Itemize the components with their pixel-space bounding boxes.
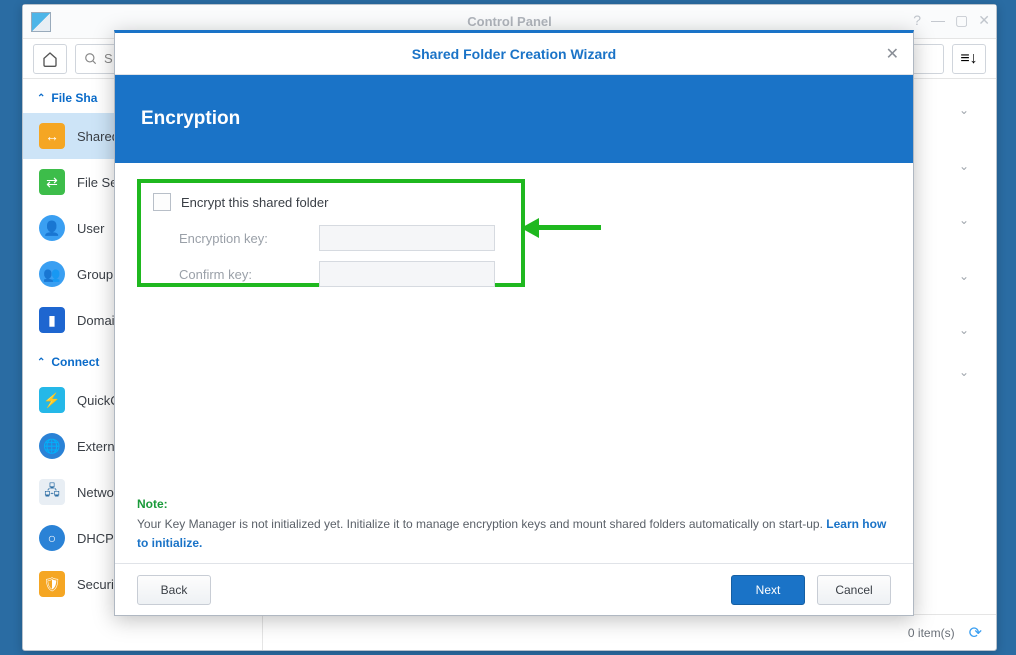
note-block: Note: Your Key Manager is not initialize… [137, 495, 891, 553]
encryption-key-label: Encryption key: [179, 231, 309, 246]
encrypt-checkbox-label: Encrypt this shared folder [181, 195, 328, 210]
app-icon [31, 12, 51, 32]
home-button[interactable] [33, 44, 67, 74]
back-button[interactable]: Back [137, 575, 211, 605]
search-placeholder: S [104, 51, 113, 66]
domain-icon: ▮ [39, 307, 65, 333]
help-icon[interactable]: ? [913, 12, 921, 29]
dialog-close-button[interactable]: ✕ [886, 44, 899, 64]
shared-folder-icon: ↔ [39, 123, 65, 149]
sidebar-section-label: Connect [51, 355, 99, 369]
dialog-title: Shared Folder Creation Wizard [412, 46, 616, 62]
note-text: Your Key Manager is not initialized yet.… [137, 517, 823, 531]
dialog-header: Shared Folder Creation Wizard ✕ [115, 33, 913, 75]
next-button[interactable]: Next [731, 575, 805, 605]
group-icon: 👥 [39, 261, 65, 287]
confirm-key-input[interactable] [319, 261, 495, 287]
window-title: Control Panel [467, 14, 552, 29]
note-label: Note: [137, 497, 168, 511]
chevron-down-icon[interactable]: ⌄ [952, 103, 976, 117]
arrow-annotation [521, 221, 601, 233]
external-access-icon: 🌐 [39, 433, 65, 459]
sidebar-item-label: File Se [77, 175, 117, 190]
dialog-banner: Encryption [115, 75, 913, 163]
chevron-down-icon[interactable]: ⌄ [952, 365, 976, 379]
home-icon [42, 51, 58, 67]
chevron-up-icon: ⌃ [37, 357, 45, 368]
dialog-body: Encrypt this shared folder Encryption ke… [115, 163, 913, 563]
highlight-annotation: Encrypt this shared folder Encryption ke… [137, 179, 525, 287]
dialog-footer: Back Next Cancel [115, 563, 913, 615]
quickconnect-icon: ⚡ [39, 387, 65, 413]
sort-button[interactable]: ≡↓ [952, 44, 986, 74]
sidebar-item-label: Group [77, 267, 113, 282]
chevron-down-icon[interactable]: ⌄ [952, 213, 976, 227]
close-icon[interactable]: ✕ [978, 12, 990, 29]
confirm-key-label: Confirm key: [179, 267, 309, 282]
shield-icon: 🛡 [39, 571, 65, 597]
chevron-down-icon[interactable]: ⌄ [952, 269, 976, 283]
sort-icon: ≡↓ [960, 50, 977, 68]
chevron-up-icon: ⌃ [37, 93, 45, 104]
encrypt-checkbox[interactable] [153, 193, 171, 211]
dialog-step-title: Encryption [141, 108, 240, 130]
sidebar-item-label: User [77, 221, 104, 236]
sidebar-item-label: Domai [77, 313, 115, 328]
sidebar-item-label: Shared [77, 129, 119, 144]
status-bar: 0 item(s) ⟳ [263, 614, 996, 650]
shared-folder-wizard-dialog: Shared Folder Creation Wizard ✕ Encrypti… [114, 30, 914, 616]
chevron-down-icon[interactable]: ⌄ [952, 159, 976, 173]
item-count: 0 item(s) [908, 626, 955, 640]
file-services-icon: ⇄ [39, 169, 65, 195]
search-icon [84, 52, 98, 66]
minimize-icon[interactable]: — [931, 12, 945, 29]
sidebar-item-label: Extern [77, 439, 115, 454]
user-icon: 👤 [39, 215, 65, 241]
sidebar-section-label: File Sha [51, 91, 97, 105]
dhcp-icon: ○ [39, 525, 65, 551]
chevron-down-icon[interactable]: ⌄ [952, 323, 976, 337]
cancel-button[interactable]: Cancel [817, 575, 891, 605]
maximize-icon[interactable]: ▢ [955, 12, 968, 29]
refresh-icon[interactable]: ⟳ [969, 623, 982, 643]
sidebar-item-label: Netwo [77, 485, 114, 500]
network-icon: 🖧 [39, 479, 65, 505]
encryption-key-input[interactable] [319, 225, 495, 251]
